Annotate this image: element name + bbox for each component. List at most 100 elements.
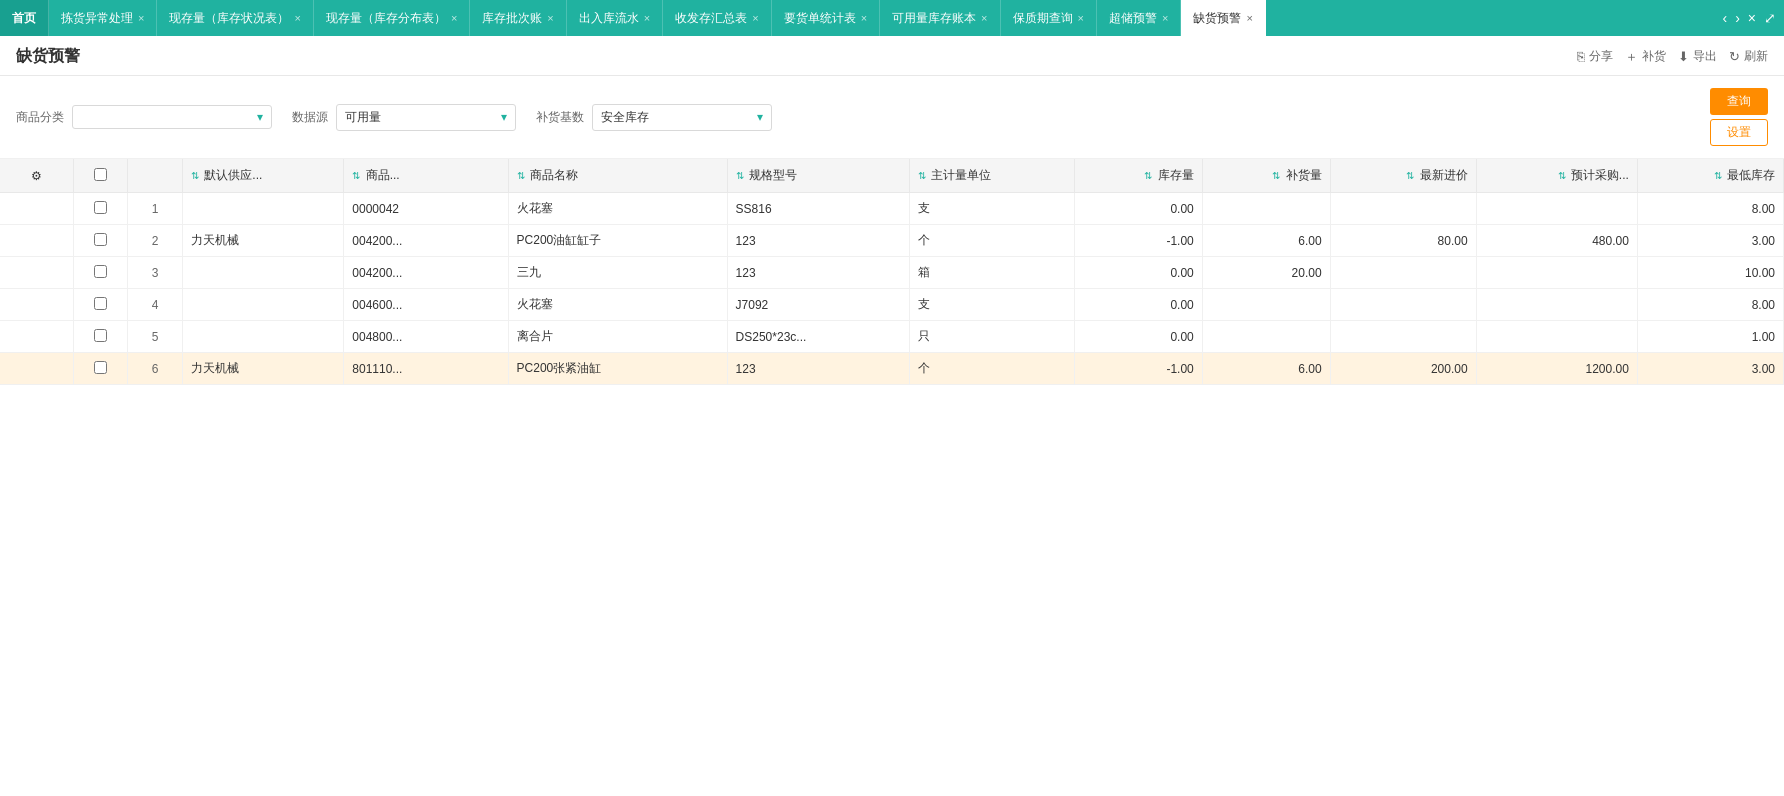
col-header-gear[interactable]: ⚙ — [0, 159, 73, 193]
col-header-code[interactable]: ⇅ 商品... — [344, 159, 508, 193]
row-number: 4 — [128, 289, 183, 321]
tab-label: 现存量（库存状况表） — [169, 10, 289, 27]
tab-inventory-dist[interactable]: 现存量（库存分布表） × — [314, 0, 470, 36]
col-header-stock[interactable]: ⇅ 库存量 — [1075, 159, 1203, 193]
close-icon[interactable]: × — [451, 12, 457, 24]
col-header-checkbox — [73, 159, 128, 193]
col-header-spec[interactable]: ⇅ 规格型号 — [727, 159, 910, 193]
tab-available-ledger[interactable]: 可用量库存账本 × — [880, 0, 1000, 36]
col-header-supplier[interactable]: ⇅ 默认供应... — [183, 159, 344, 193]
close-icon[interactable]: × — [138, 12, 144, 24]
tab-collect-summary[interactable]: 收发存汇总表 × — [663, 0, 771, 36]
col-label: 默认供应... — [204, 168, 262, 182]
row-stock: 0.00 — [1075, 289, 1203, 321]
close-icon[interactable]: × — [752, 12, 758, 24]
tab-label: 超储预警 — [1109, 10, 1157, 27]
row-checkbox-cell — [73, 289, 128, 321]
row-est-purchase — [1476, 321, 1637, 353]
col-header-name[interactable]: ⇅ 商品名称 — [508, 159, 727, 193]
col-label: 最低库存 — [1727, 168, 1775, 182]
col-label: 商品名称 — [530, 168, 578, 182]
query-button[interactable]: 查询 — [1710, 88, 1768, 115]
row-replenish: 6.00 — [1202, 353, 1330, 385]
close-icon[interactable]: × — [644, 12, 650, 24]
col-label: 补货量 — [1286, 168, 1322, 182]
replenish-base-filter-label: 补货基数 — [536, 109, 584, 126]
filter-area: 商品分类 ▾ 数据源 可用量 ▾ 补货基数 安全库存 ▾ 查询 设置 — [0, 76, 1784, 159]
settings-button[interactable]: 设置 — [1710, 119, 1768, 146]
tab-expiry-query[interactable]: 保质期查询 × — [1001, 0, 1097, 36]
page-content: 缺货预警 ⎘ 分享 ＋ 补货 ⬇ 导出 ↻ 刷新 商品分类 — [0, 36, 1784, 796]
tab-prev-button[interactable]: ‹ — [1718, 10, 1731, 26]
datasource-select[interactable]: 可用量 ▾ — [336, 104, 516, 131]
tab-maximize-button[interactable]: ⤢ — [1760, 10, 1780, 26]
sort-icon: ⇅ — [1272, 170, 1280, 181]
replenish-base-filter-group: 补货基数 安全库存 ▾ — [536, 104, 772, 131]
row-gear-cell — [0, 353, 73, 385]
category-filter-group: 商品分类 ▾ — [16, 105, 272, 129]
row-replenish — [1202, 193, 1330, 225]
share-icon: ⎘ — [1577, 49, 1585, 64]
col-header-replenish[interactable]: ⇅ 补货量 — [1202, 159, 1330, 193]
row-supplier — [183, 257, 344, 289]
col-header-latest-price[interactable]: ⇅ 最新进价 — [1330, 159, 1476, 193]
close-icon[interactable]: × — [1162, 12, 1168, 24]
share-button[interactable]: ⎘ 分享 — [1577, 48, 1613, 65]
sort-icon: ⇅ — [1144, 170, 1152, 181]
replenish-icon: ＋ — [1625, 48, 1638, 66]
close-icon[interactable]: × — [861, 12, 867, 24]
col-header-unit[interactable]: ⇅ 主计量单位 — [910, 159, 1075, 193]
tab-bar: 首页 拣货异常处理 × 现存量（库存状况表） × 现存量（库存分布表） × 库存… — [0, 0, 1784, 36]
tab-inventory-status[interactable]: 现存量（库存状况表） × — [157, 0, 313, 36]
row-latest-price: 80.00 — [1330, 225, 1476, 257]
tab-close-all-button[interactable]: × — [1744, 10, 1760, 26]
refresh-button[interactable]: ↻ 刷新 — [1729, 48, 1768, 65]
col-header-min-stock[interactable]: ⇅ 最低库存 — [1637, 159, 1783, 193]
replenish-button[interactable]: ＋ 补货 — [1625, 48, 1666, 66]
row-number: 1 — [128, 193, 183, 225]
header-actions: ⎘ 分享 ＋ 补货 ⬇ 导出 ↻ 刷新 — [1577, 48, 1768, 66]
close-icon[interactable]: × — [547, 12, 553, 24]
row-supplier — [183, 321, 344, 353]
close-icon[interactable]: × — [981, 12, 987, 24]
tab-abnormal[interactable]: 拣货异常处理 × — [49, 0, 157, 36]
row-spec: J7092 — [727, 289, 910, 321]
category-select[interactable]: ▾ — [72, 105, 272, 129]
row-checkbox[interactable] — [94, 329, 107, 342]
sort-icon: ⇅ — [517, 170, 525, 181]
row-code: 004600... — [344, 289, 508, 321]
col-header-est-purchase[interactable]: ⇅ 预计采购... — [1476, 159, 1637, 193]
row-checkbox[interactable] — [94, 233, 107, 246]
row-code: 004200... — [344, 257, 508, 289]
tab-order-stats[interactable]: 要货单统计表 × — [772, 0, 880, 36]
row-checkbox[interactable] — [94, 201, 107, 214]
row-spec: DS250*23c... — [727, 321, 910, 353]
select-all-checkbox[interactable] — [94, 168, 107, 181]
tab-label: 现存量（库存分布表） — [326, 10, 446, 27]
tab-label: 出入库流水 — [579, 10, 639, 27]
tab-inout-flow[interactable]: 出入库流水 × — [567, 0, 663, 36]
row-spec: SS816 — [727, 193, 910, 225]
row-stock: 0.00 — [1075, 321, 1203, 353]
row-number: 3 — [128, 257, 183, 289]
tab-batch-account[interactable]: 库存批次账 × — [470, 0, 566, 36]
close-icon[interactable]: × — [1078, 12, 1084, 24]
tab-label: 收发存汇总表 — [675, 10, 747, 27]
sort-icon: ⇅ — [352, 170, 360, 181]
tab-shortage[interactable]: 缺货预警 × — [1181, 0, 1265, 36]
close-icon[interactable]: × — [294, 12, 300, 24]
sort-icon: ⇅ — [1714, 170, 1722, 181]
row-supplier: 力天机械 — [183, 353, 344, 385]
sort-icon: ⇅ — [191, 170, 199, 181]
tab-next-button[interactable]: › — [1731, 10, 1744, 26]
close-icon[interactable]: × — [1246, 12, 1252, 24]
row-min-stock: 10.00 — [1637, 257, 1783, 289]
row-stock: 0.00 — [1075, 257, 1203, 289]
tab-overstock[interactable]: 超储预警 × — [1097, 0, 1181, 36]
export-button[interactable]: ⬇ 导出 — [1678, 48, 1717, 65]
replenish-base-select[interactable]: 安全库存 ▾ — [592, 104, 772, 131]
tab-home[interactable]: 首页 — [0, 0, 49, 36]
row-checkbox[interactable] — [94, 361, 107, 374]
row-checkbox[interactable] — [94, 265, 107, 278]
row-checkbox[interactable] — [94, 297, 107, 310]
